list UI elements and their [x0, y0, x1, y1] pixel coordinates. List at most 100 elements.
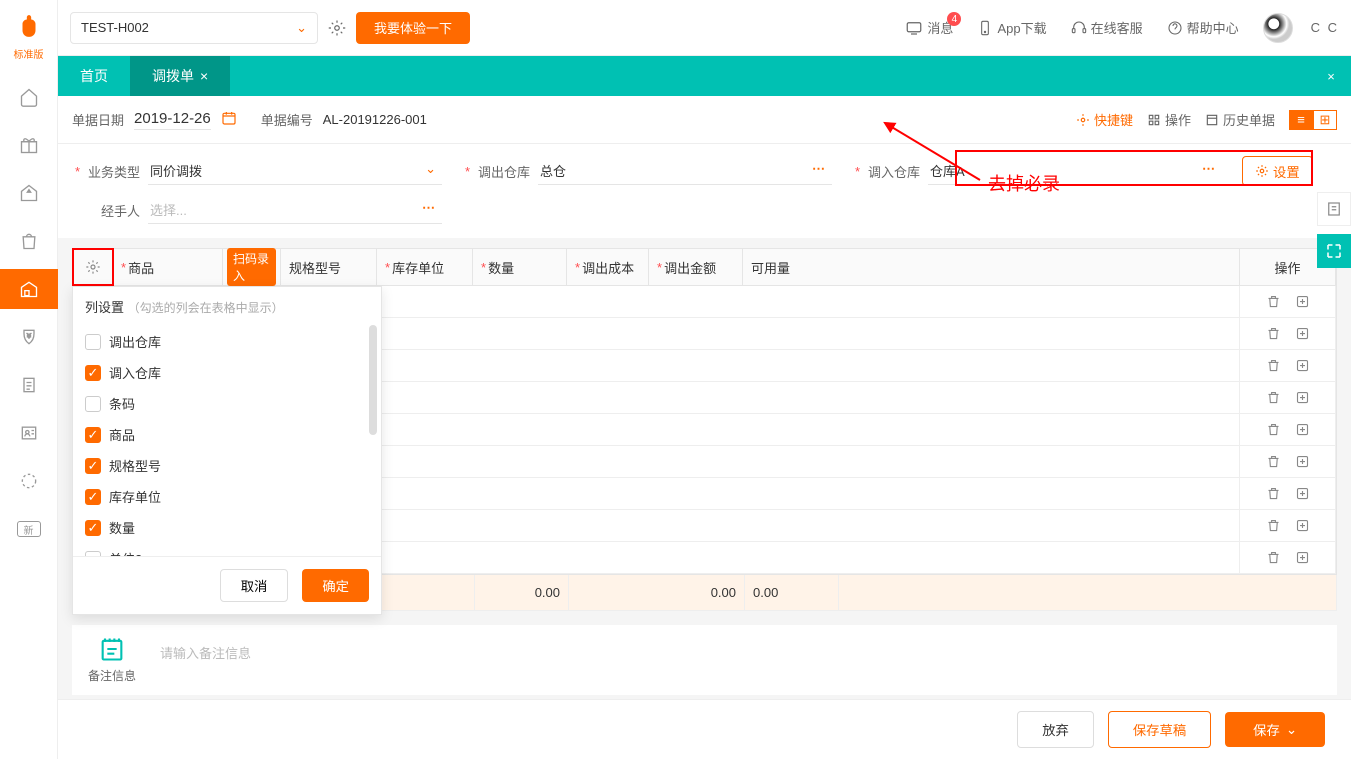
checkbox[interactable]: ✓ — [85, 489, 101, 505]
nav-up[interactable] — [0, 173, 58, 213]
column-option[interactable]: ✓库存单位 — [85, 481, 357, 512]
checkbox[interactable] — [85, 396, 101, 412]
cancel-button[interactable]: 取消 — [220, 569, 289, 602]
online-service-link[interactable]: 在线客服 — [1071, 18, 1143, 37]
add-row-icon[interactable] — [1295, 518, 1310, 533]
add-row-icon[interactable] — [1295, 358, 1310, 373]
checkbox[interactable]: ✓ — [85, 365, 101, 381]
settings-button[interactable]: 设置 — [1242, 156, 1313, 186]
user-name: C C — [1311, 20, 1339, 35]
scrollbar[interactable] — [369, 325, 377, 435]
add-row-icon[interactable] — [1295, 294, 1310, 309]
nav-new[interactable]: 新 — [0, 509, 58, 549]
close-all-tabs[interactable]: × — [1311, 56, 1351, 96]
in-wh-label: 调入仓库 — [864, 162, 920, 181]
rail-note-icon[interactable] — [1317, 192, 1351, 226]
column-settings-button[interactable] — [72, 248, 114, 286]
calendar-icon[interactable] — [221, 110, 237, 129]
delete-icon[interactable] — [1266, 390, 1281, 405]
page-footer: 放弃 保存草稿 保存 ⌄ — [58, 699, 1351, 759]
rail-expand-icon[interactable] — [1317, 234, 1351, 268]
in-wh-select[interactable]: 仓库A ⋯ — [928, 157, 1222, 185]
delete-icon[interactable] — [1266, 550, 1281, 565]
view-list-icon[interactable]: ≡ — [1289, 110, 1313, 130]
nav-bag[interactable] — [0, 221, 58, 261]
ok-button[interactable]: 确定 — [302, 569, 369, 602]
nav-contact[interactable] — [0, 413, 58, 453]
logo-icon — [11, 8, 47, 44]
delete-icon[interactable] — [1266, 486, 1281, 501]
nav-money[interactable]: ¥ — [0, 317, 58, 357]
checkbox[interactable] — [85, 334, 101, 350]
column-option[interactable]: 条码 — [85, 388, 357, 419]
biz-type-select[interactable]: 同价调拨 ⌄ — [148, 157, 442, 185]
date-value[interactable]: 2019-12-26 — [134, 110, 211, 130]
th-outcost: *调出成本 — [567, 249, 649, 285]
add-row-icon[interactable] — [1295, 422, 1310, 437]
out-wh-label: 调出仓库 — [474, 162, 530, 181]
nav-gift[interactable] — [0, 125, 58, 165]
delete-icon[interactable] — [1266, 454, 1281, 469]
settings-icon[interactable] — [328, 19, 346, 37]
th-outamt: *调出金额 — [649, 249, 743, 285]
column-option[interactable]: ✓商品 — [85, 419, 357, 450]
delete-icon[interactable] — [1266, 358, 1281, 373]
column-option-label: 条码 — [109, 394, 135, 413]
docno-value: AL-20191226-001 — [323, 112, 427, 127]
view-toggle[interactable]: ≡ ⊞ — [1289, 110, 1337, 130]
org-select[interactable]: TEST-H002 ⌄ — [70, 12, 318, 44]
date-label: 单据日期 — [72, 110, 124, 129]
checkbox[interactable]: ✓ — [85, 520, 101, 536]
try-button[interactable]: 我要体验一下 — [356, 12, 470, 44]
nav-warehouse[interactable] — [0, 269, 58, 309]
th-qty: *数量 — [473, 249, 567, 285]
add-row-icon[interactable] — [1295, 486, 1310, 501]
delete-icon[interactable] — [1266, 422, 1281, 437]
add-row-icon[interactable] — [1295, 454, 1310, 469]
add-row-icon[interactable] — [1295, 390, 1310, 405]
annotation-text: 去掉必录 — [988, 170, 1060, 196]
operate-link[interactable]: 操作 — [1147, 110, 1191, 129]
user-avatar[interactable] — [1263, 13, 1293, 43]
nav-circle[interactable] — [0, 461, 58, 501]
help-center-link[interactable]: 帮助中心 — [1167, 18, 1239, 37]
delete-icon[interactable] — [1266, 326, 1281, 341]
add-row-icon[interactable] — [1295, 550, 1310, 565]
tab-home[interactable]: 首页 — [58, 56, 130, 96]
out-wh-select[interactable]: 总仓 ⋯ — [538, 157, 832, 185]
close-icon[interactable]: × — [200, 68, 208, 84]
checkbox[interactable] — [85, 551, 101, 557]
view-grid-icon[interactable]: ⊞ — [1313, 110, 1337, 130]
delete-icon[interactable] — [1266, 518, 1281, 533]
handler-select[interactable]: 选择... ⋯ — [148, 196, 442, 224]
nav-home[interactable] — [0, 77, 58, 117]
column-option-label: 数量 — [109, 518, 135, 537]
save-draft-button[interactable]: 保存草稿 — [1108, 711, 1211, 748]
th-scan[interactable]: 扫码录入 — [223, 249, 281, 285]
column-option[interactable]: 单位2 — [85, 543, 357, 556]
total-outamt: 0.00 — [745, 575, 839, 610]
remark-input[interactable]: 请输入备注信息 — [152, 635, 1327, 670]
messages-link[interactable]: 消息 4 — [905, 18, 953, 37]
add-row-icon[interactable] — [1295, 326, 1310, 341]
history-link[interactable]: 历史单据 — [1205, 110, 1275, 129]
th-available: 可用量 — [743, 249, 1240, 285]
column-option-label: 单位2 — [109, 549, 142, 556]
discard-button[interactable]: 放弃 — [1017, 711, 1094, 748]
app-download-link[interactable]: App下载 — [977, 18, 1046, 37]
tab-transfer[interactable]: 调拨单 × — [130, 56, 230, 96]
total-outcost: 0.00 — [651, 575, 745, 610]
column-option[interactable]: ✓规格型号 — [85, 450, 357, 481]
nav-clipboard[interactable] — [0, 365, 58, 405]
checkbox[interactable]: ✓ — [85, 427, 101, 443]
column-option[interactable]: ✓调入仓库 — [85, 357, 357, 388]
th-unit: *库存单位 — [377, 249, 473, 285]
column-option[interactable]: 调出仓库 — [85, 326, 357, 357]
checkbox[interactable]: ✓ — [85, 458, 101, 474]
shortcut-link[interactable]: 快捷键 — [1076, 110, 1133, 129]
save-button[interactable]: 保存 ⌄ — [1225, 712, 1325, 747]
biz-type-label: 业务类型 — [84, 162, 140, 181]
delete-icon[interactable] — [1266, 294, 1281, 309]
column-option[interactable]: ✓ 数量 — [85, 512, 357, 543]
chevron-down-icon: ⌄ — [1286, 722, 1297, 738]
